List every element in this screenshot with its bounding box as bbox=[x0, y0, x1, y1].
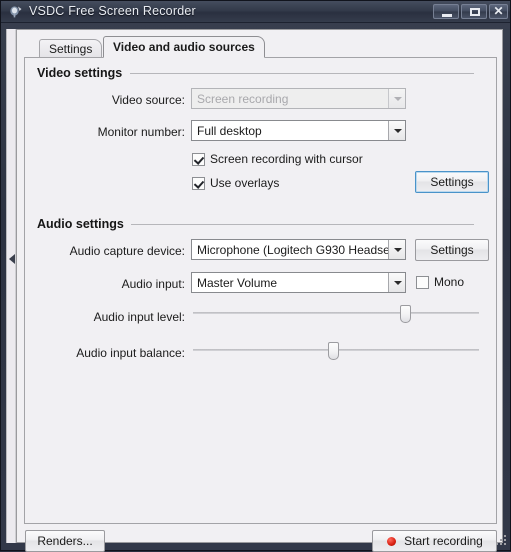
chevron-down-icon bbox=[394, 281, 402, 285]
audio-settings-group-rule bbox=[131, 224, 474, 225]
renders-button-label: Renders... bbox=[37, 534, 93, 548]
window-title: VSDC Free Screen Recorder bbox=[29, 4, 196, 18]
audio-input-balance-slider[interactable] bbox=[193, 340, 479, 360]
start-recording-button-label: Start recording bbox=[404, 534, 483, 548]
tab-page-video-and-audio-sources: Video settings Video source: Screen reco… bbox=[24, 57, 497, 524]
audio-input-combobox[interactable]: Master Volume bbox=[191, 272, 406, 293]
start-recording-button[interactable]: Start recording bbox=[372, 530, 497, 552]
close-button[interactable]: ✕ bbox=[489, 4, 508, 19]
audio-capture-device-dropdown-button[interactable] bbox=[388, 240, 405, 259]
slider-track bbox=[193, 312, 479, 314]
checkbox-unchecked-icon bbox=[416, 276, 429, 289]
audio-capture-device-combobox[interactable]: Microphone (Logitech G930 Headset) bbox=[191, 239, 406, 260]
audio-input-label: Audio input: bbox=[121, 277, 185, 291]
resize-grip[interactable] bbox=[495, 535, 507, 547]
audio-settings-button[interactable]: Settings bbox=[415, 239, 489, 261]
audio-input-level-slider[interactable] bbox=[193, 303, 479, 323]
audio-settings-button-label: Settings bbox=[430, 243, 474, 257]
video-source-combobox[interactable]: Screen recording bbox=[191, 88, 406, 109]
chevron-down-icon bbox=[394, 129, 402, 133]
record-dot-icon bbox=[387, 537, 396, 546]
video-settings-button-label: Settings bbox=[430, 175, 474, 189]
audio-input-level-label: Audio input level: bbox=[93, 310, 185, 324]
minimize-icon bbox=[442, 14, 452, 17]
minimize-button[interactable] bbox=[433, 4, 459, 19]
close-icon: ✕ bbox=[493, 4, 504, 18]
checkbox-checked-icon bbox=[192, 153, 205, 166]
screen-recording-with-cursor-label: Screen recording with cursor bbox=[210, 152, 363, 166]
application-window: VSDC Free Screen Recorder ✕ Settings Vid… bbox=[0, 0, 511, 552]
maximize-button[interactable] bbox=[461, 4, 487, 19]
video-settings-button[interactable]: Settings bbox=[415, 171, 489, 193]
video-source-label: Video source: bbox=[111, 93, 185, 107]
audio-capture-device-label: Audio capture device: bbox=[69, 244, 185, 258]
mono-label: Mono bbox=[434, 275, 465, 289]
audio-settings-group-title: Audio settings bbox=[37, 217, 129, 231]
video-source-value: Screen recording bbox=[197, 92, 289, 106]
tab-settings[interactable]: Settings bbox=[39, 39, 103, 58]
audio-input-dropdown-button[interactable] bbox=[388, 273, 405, 292]
tab-strip: Settings Video and audio sources bbox=[17, 36, 504, 58]
video-settings-group-rule bbox=[130, 73, 474, 74]
slider-thumb[interactable] bbox=[328, 342, 340, 360]
chevron-down-icon bbox=[394, 97, 402, 101]
sidebar-collapse-handle[interactable] bbox=[6, 29, 16, 543]
video-settings-group-title: Video settings bbox=[37, 66, 128, 80]
monitor-number-value: Full desktop bbox=[197, 124, 262, 138]
monitor-number-dropdown-button[interactable] bbox=[388, 121, 405, 140]
monitor-number-combobox[interactable]: Full desktop bbox=[191, 120, 406, 141]
checkbox-checked-icon bbox=[192, 177, 205, 190]
title-bar[interactable]: VSDC Free Screen Recorder ✕ bbox=[1, 1, 510, 23]
maximize-icon bbox=[470, 8, 480, 16]
audio-capture-device-value: Microphone (Logitech G930 Headset) bbox=[197, 243, 398, 257]
audio-input-balance-label: Audio input balance: bbox=[76, 346, 185, 360]
tab-video-and-audio-sources-label: Video and audio sources bbox=[113, 40, 255, 54]
chevron-down-icon bbox=[394, 248, 402, 252]
slider-thumb[interactable] bbox=[399, 305, 411, 323]
renders-button[interactable]: Renders... bbox=[25, 530, 105, 552]
tab-video-and-audio-sources[interactable]: Video and audio sources bbox=[103, 36, 265, 58]
chevron-left-icon bbox=[9, 254, 15, 264]
client-area: Settings Video and audio sources Video s… bbox=[16, 29, 504, 552]
use-overlays-label: Use overlays bbox=[210, 176, 280, 190]
monitor-number-label: Monitor number: bbox=[97, 125, 185, 139]
tab-settings-label: Settings bbox=[49, 42, 93, 56]
app-icon bbox=[10, 6, 22, 18]
audio-input-value: Master Volume bbox=[197, 276, 278, 290]
video-source-dropdown-button[interactable] bbox=[388, 89, 405, 108]
